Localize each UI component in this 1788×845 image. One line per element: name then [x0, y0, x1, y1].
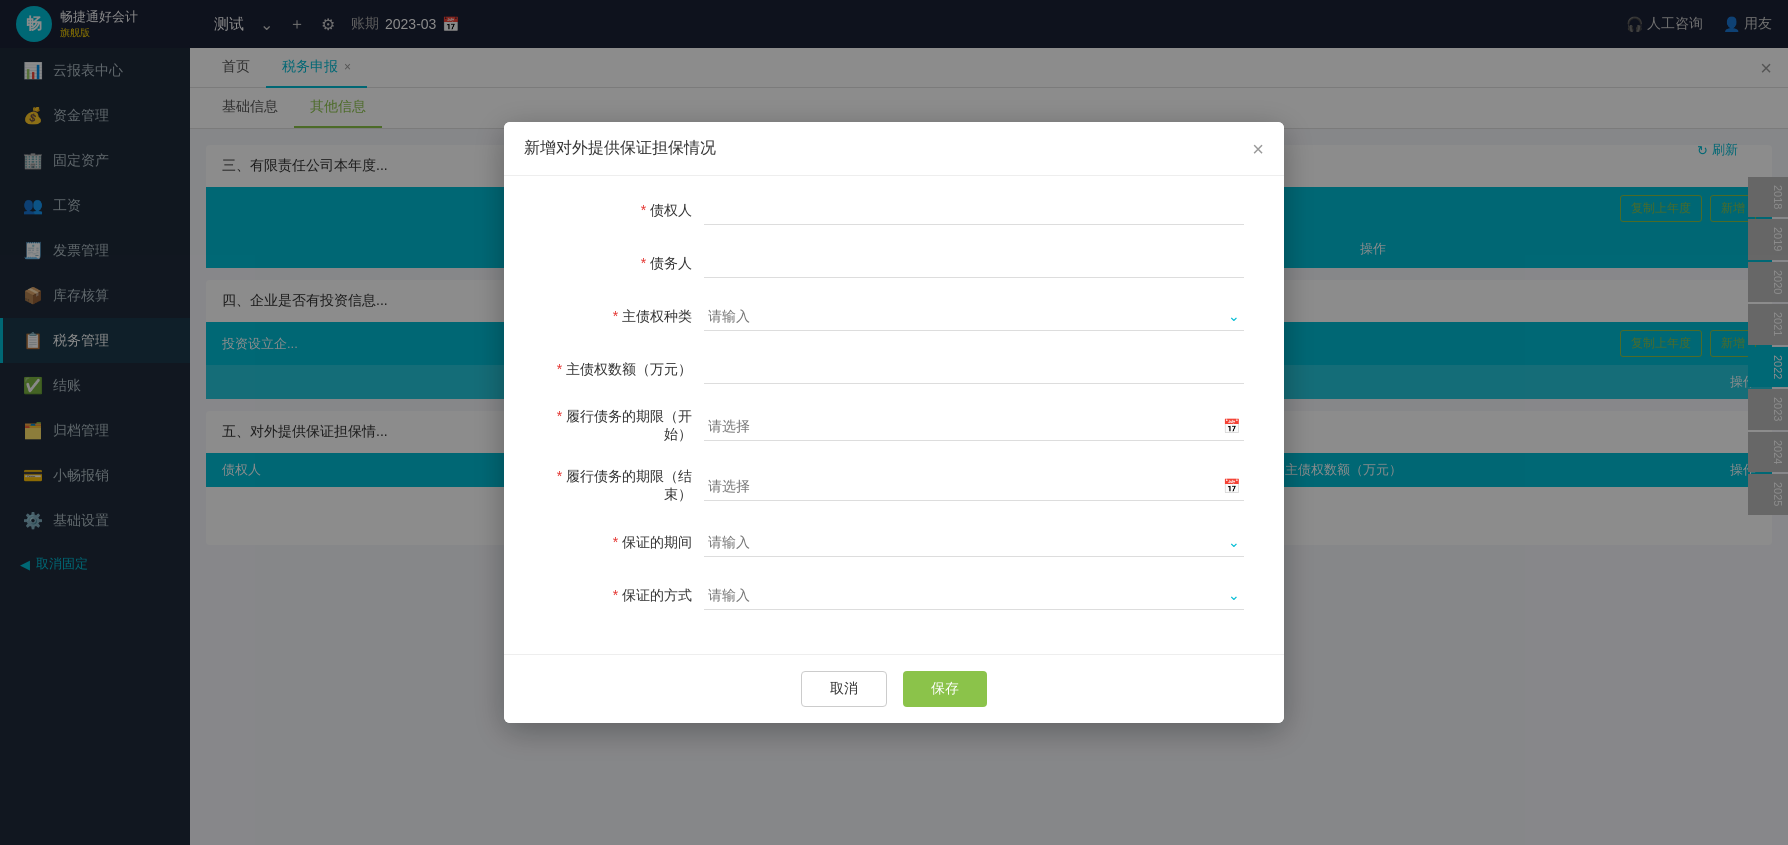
- claim-amount-label: * 主债权数额（万元）: [544, 361, 704, 379]
- debt-end-label: * 履行债务的期限（结束）: [544, 468, 704, 504]
- form-row-debt-end: * 履行债务的期限（结束） 📅: [544, 468, 1244, 504]
- guarantee-period-select-wrapper: ⌄: [704, 528, 1244, 557]
- claim-type-label: * 主债权种类: [544, 308, 704, 326]
- debt-end-date-wrapper: 📅: [704, 472, 1244, 501]
- debt-end-calendar-icon[interactable]: 📅: [1219, 478, 1244, 494]
- form-row-claim-amount: * 主债权数额（万元）: [544, 355, 1244, 384]
- guarantee-period-input[interactable]: [704, 528, 1224, 556]
- form-row-guarantee-method: * 保证的方式 ⌄: [544, 581, 1244, 610]
- creditor-input[interactable]: [704, 196, 1244, 225]
- debt-start-label: * 履行债务的期限（开始）: [544, 408, 704, 444]
- modal-close-button[interactable]: ×: [1252, 139, 1264, 159]
- modal-footer: 取消 保存: [504, 654, 1284, 723]
- guarantee-period-label: * 保证的期间: [544, 534, 704, 552]
- guarantee-period-arrow-icon[interactable]: ⌄: [1224, 534, 1244, 550]
- modal-header: 新增对外提供保证担保情况 ×: [504, 122, 1284, 176]
- debt-end-input[interactable]: [704, 472, 1219, 500]
- cancel-button[interactable]: 取消: [801, 671, 887, 707]
- claim-amount-input[interactable]: [704, 355, 1244, 384]
- modal-title: 新增对外提供保证担保情况: [524, 138, 716, 159]
- modal-dialog: 新增对外提供保证担保情况 × * 债权人 * 债务人: [504, 122, 1284, 723]
- guarantee-method-label: * 保证的方式: [544, 587, 704, 605]
- form-row-debtor: * 债务人: [544, 249, 1244, 278]
- debt-start-calendar-icon[interactable]: 📅: [1219, 418, 1244, 434]
- save-button[interactable]: 保存: [903, 671, 987, 707]
- guarantee-method-select-wrapper: ⌄: [704, 581, 1244, 610]
- claim-type-select-wrapper: ⌄: [704, 302, 1244, 331]
- form-row-creditor: * 债权人: [544, 196, 1244, 225]
- guarantee-method-arrow-icon[interactable]: ⌄: [1224, 587, 1244, 603]
- claim-type-arrow-icon[interactable]: ⌄: [1224, 308, 1244, 324]
- modal-body: * 债权人 * 债务人 * 主债权种类: [504, 176, 1284, 654]
- debtor-label: * 债务人: [544, 255, 704, 273]
- form-row-guarantee-period: * 保证的期间 ⌄: [544, 528, 1244, 557]
- debtor-input[interactable]: [704, 249, 1244, 278]
- form-row-claim-type: * 主债权种类 ⌄: [544, 302, 1244, 331]
- modal-overlay: 新增对外提供保证担保情况 × * 债权人 * 债务人: [0, 0, 1788, 845]
- debt-start-date-wrapper: 📅: [704, 412, 1244, 441]
- guarantee-method-input[interactable]: [704, 581, 1224, 609]
- form-row-debt-start: * 履行债务的期限（开始） 📅: [544, 408, 1244, 444]
- claim-type-input[interactable]: [704, 302, 1224, 330]
- creditor-label: * 债权人: [544, 202, 704, 220]
- debt-start-input[interactable]: [704, 412, 1219, 440]
